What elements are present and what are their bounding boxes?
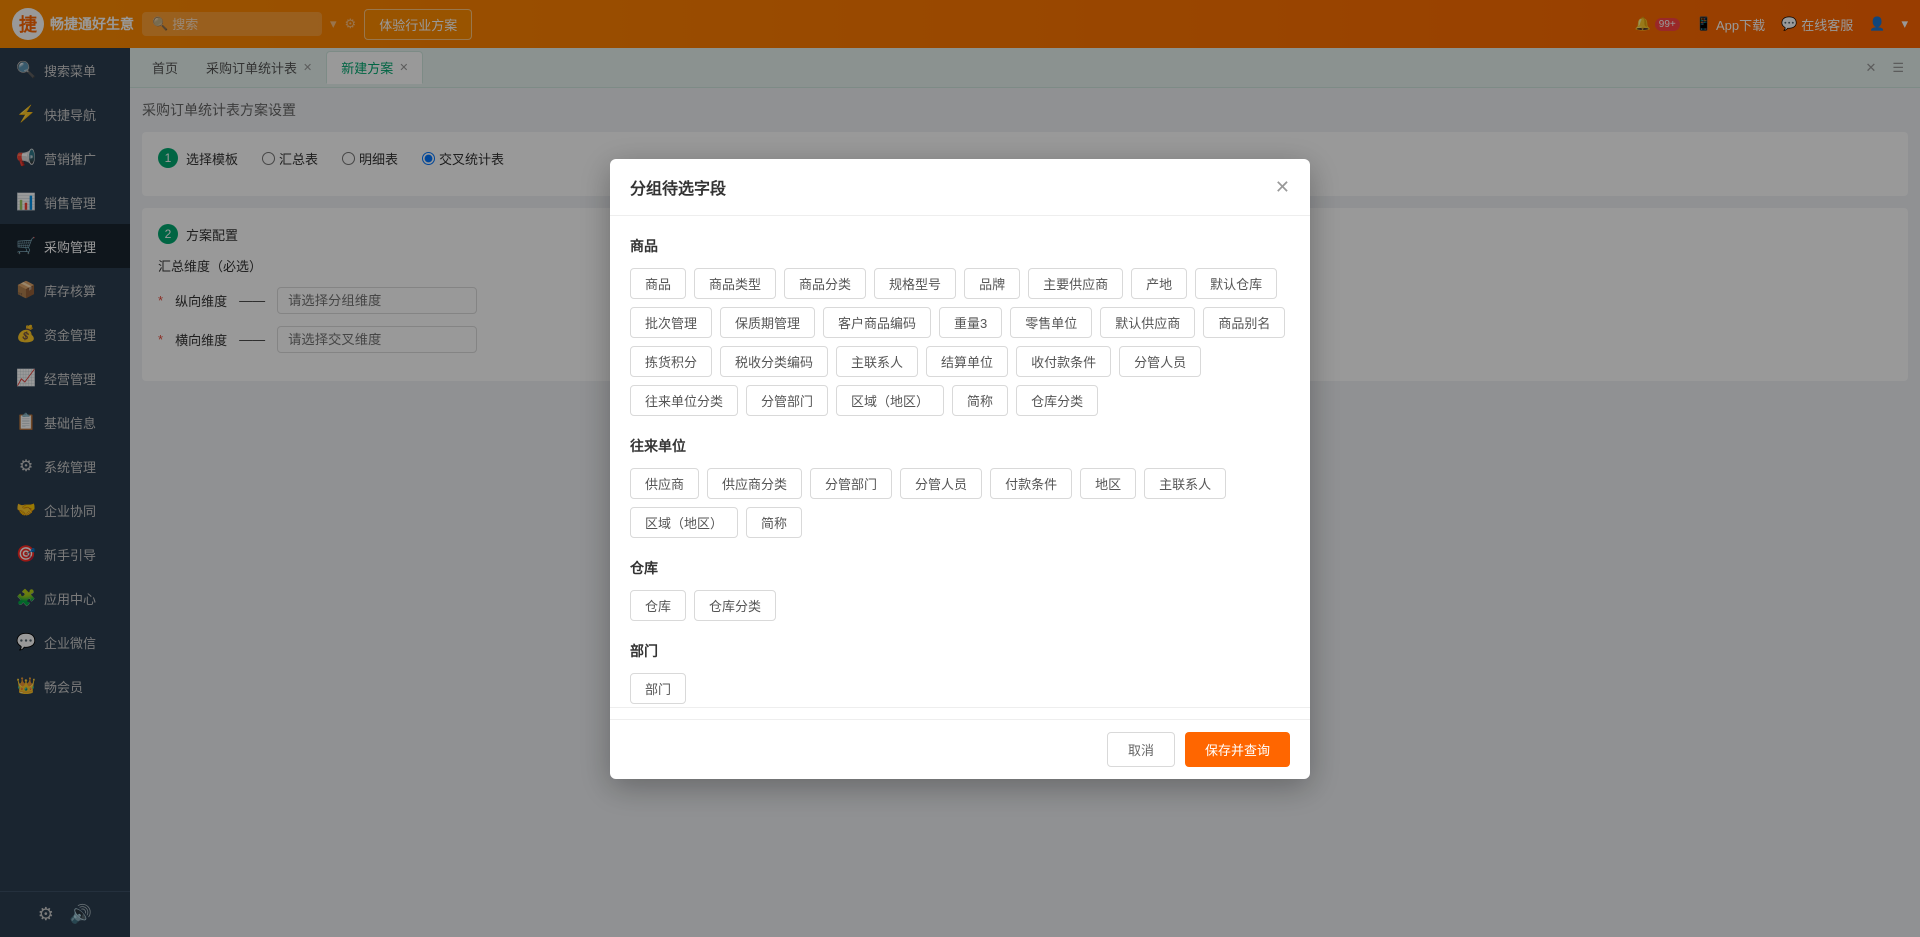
field-tags-3: 部门 <box>630 673 1290 704</box>
field-tag-0-11[interactable]: 重量3 <box>939 307 1002 338</box>
modal-close-icon[interactable]: ✕ <box>1275 178 1290 196</box>
modal-title: 分组待选字段 <box>630 175 726 199</box>
modal-overlay: 分组待选字段 ✕ 商品商品商品类型商品分类规格型号品牌主要供应商产地默认仓库批次… <box>0 0 1920 937</box>
field-tag-1-0[interactable]: 供应商 <box>630 468 699 499</box>
field-tag-0-3[interactable]: 规格型号 <box>874 268 956 299</box>
field-tag-0-5[interactable]: 主要供应商 <box>1028 268 1123 299</box>
modal-footer: 取消 保存并查询 <box>610 719 1310 779</box>
field-tag-1-2[interactable]: 分管部门 <box>810 468 892 499</box>
field-select-modal: 分组待选字段 ✕ 商品商品商品类型商品分类规格型号品牌主要供应商产地默认仓库批次… <box>610 159 1310 779</box>
field-group-0: 商品商品商品类型商品分类规格型号品牌主要供应商产地默认仓库批次管理保质期管理客户… <box>630 236 1290 416</box>
field-group-2: 仓库仓库仓库分类 <box>630 558 1290 621</box>
field-tag-1-3[interactable]: 分管人员 <box>900 468 982 499</box>
field-tag-0-10[interactable]: 客户商品编码 <box>823 307 931 338</box>
field-group-title-1: 往来单位 <box>630 436 1290 456</box>
field-group-1: 往来单位供应商供应商分类分管部门分管人员付款条件地区主联系人区域（地区） 简称 <box>630 436 1290 538</box>
field-tag-0-16[interactable]: 税收分类编码 <box>720 346 828 377</box>
modal-hscroll[interactable] <box>610 707 1310 719</box>
field-tag-2-1[interactable]: 仓库分类 <box>694 590 776 621</box>
field-tag-0-2[interactable]: 商品分类 <box>784 268 866 299</box>
field-group-title-3: 部门 <box>630 641 1290 661</box>
field-tag-0-20[interactable]: 分管人员 <box>1119 346 1201 377</box>
field-tag-1-1[interactable]: 供应商分类 <box>707 468 802 499</box>
modal-body: 商品商品商品类型商品分类规格型号品牌主要供应商产地默认仓库批次管理保质期管理客户… <box>610 216 1310 707</box>
field-tag-0-13[interactable]: 默认供应商 <box>1100 307 1195 338</box>
field-tag-1-6[interactable]: 主联系人 <box>1144 468 1226 499</box>
field-tag-0-7[interactable]: 默认仓库 <box>1195 268 1277 299</box>
field-tag-1-8[interactable]: 简称 <box>746 507 802 538</box>
field-tag-0-14[interactable]: 商品别名 <box>1203 307 1285 338</box>
field-tag-0-25[interactable]: 仓库分类 <box>1016 385 1098 416</box>
field-tag-1-5[interactable]: 地区 <box>1080 468 1136 499</box>
field-tag-0-6[interactable]: 产地 <box>1131 268 1187 299</box>
field-tag-0-22[interactable]: 分管部门 <box>746 385 828 416</box>
field-tag-0-4[interactable]: 品牌 <box>964 268 1020 299</box>
field-tag-1-7[interactable]: 区域（地区） <box>630 507 738 538</box>
field-tag-3-0[interactable]: 部门 <box>630 673 686 704</box>
field-tag-0-24[interactable]: 简称 <box>952 385 1008 416</box>
confirm-button[interactable]: 保存并查询 <box>1185 732 1290 767</box>
field-group-3: 部门部门 <box>630 641 1290 704</box>
field-tag-0-21[interactable]: 往来单位分类 <box>630 385 738 416</box>
field-tag-0-15[interactable]: 拣货积分 <box>630 346 712 377</box>
field-tag-1-4[interactable]: 付款条件 <box>990 468 1072 499</box>
field-tags-1: 供应商供应商分类分管部门分管人员付款条件地区主联系人区域（地区） 简称 <box>630 468 1290 538</box>
field-tag-0-0[interactable]: 商品 <box>630 268 686 299</box>
field-tag-0-12[interactable]: 零售单位 <box>1010 307 1092 338</box>
field-tag-0-23[interactable]: 区域（地区） <box>836 385 944 416</box>
field-tag-0-18[interactable]: 结算单位 <box>926 346 1008 377</box>
modal-header: 分组待选字段 ✕ <box>610 159 1310 216</box>
field-group-title-0: 商品 <box>630 236 1290 256</box>
field-group-title-2: 仓库 <box>630 558 1290 578</box>
cancel-button[interactable]: 取消 <box>1107 732 1175 767</box>
field-tag-0-9[interactable]: 保质期管理 <box>720 307 815 338</box>
field-tag-0-1[interactable]: 商品类型 <box>694 268 776 299</box>
field-tag-0-19[interactable]: 收付款条件 <box>1016 346 1111 377</box>
field-tag-0-8[interactable]: 批次管理 <box>630 307 712 338</box>
field-tags-0: 商品商品类型商品分类规格型号品牌主要供应商产地默认仓库批次管理保质期管理客户商品… <box>630 268 1290 416</box>
field-tag-2-0[interactable]: 仓库 <box>630 590 686 621</box>
field-tags-2: 仓库仓库分类 <box>630 590 1290 621</box>
field-tag-0-17[interactable]: 主联系人 <box>836 346 918 377</box>
